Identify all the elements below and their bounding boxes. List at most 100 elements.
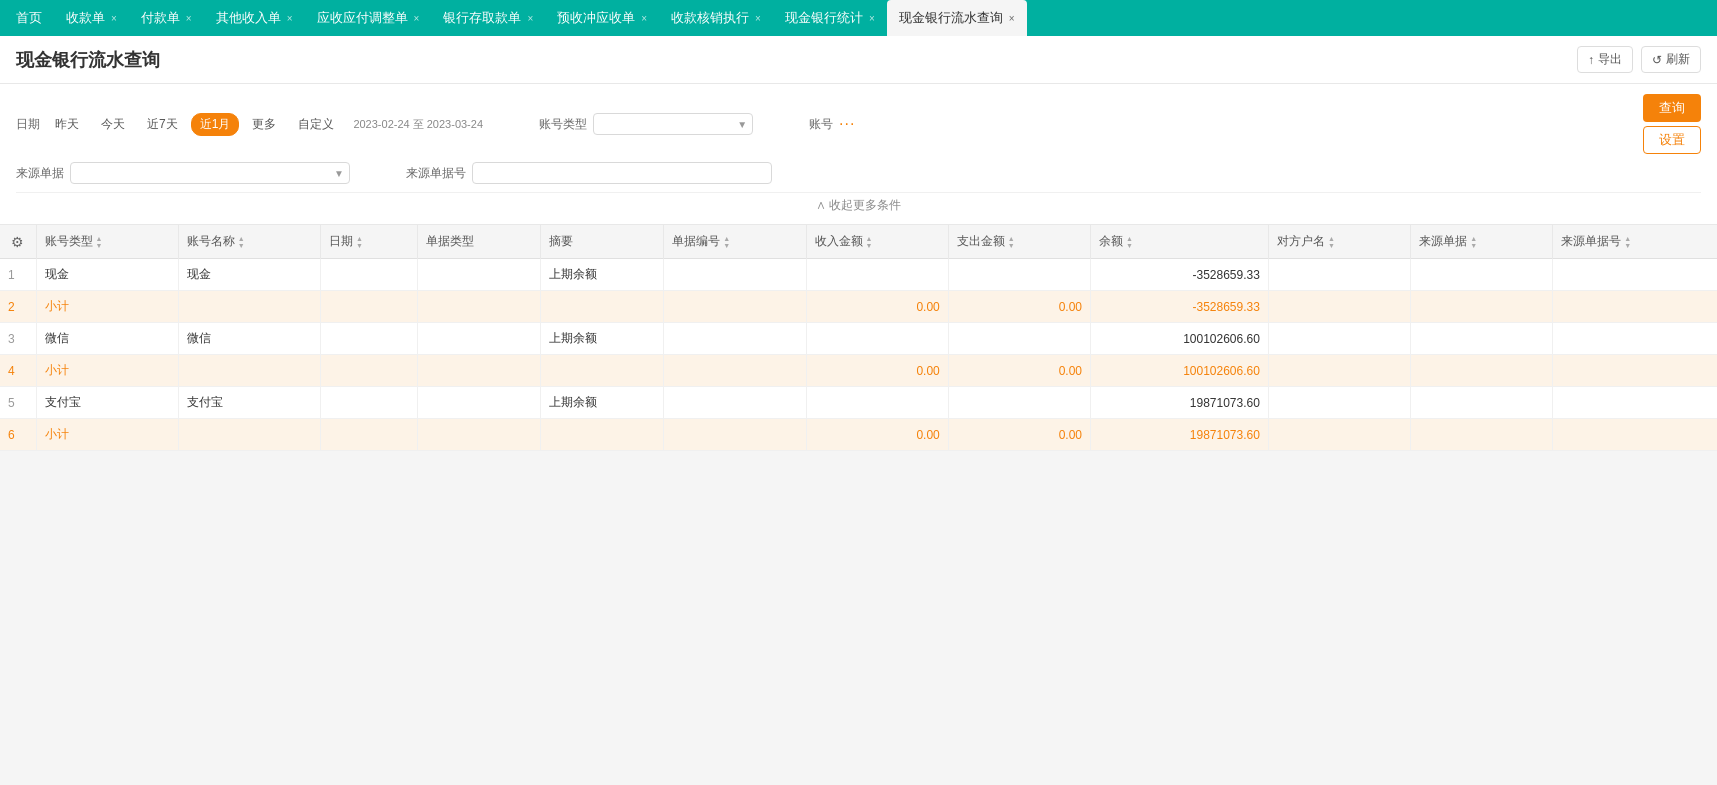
td-source-doc xyxy=(1411,259,1553,291)
td-source-doc xyxy=(1411,291,1553,323)
table-row: 3微信微信上期余额100102606.60 xyxy=(0,323,1717,355)
refresh-button[interactable]: ↺ 刷新 xyxy=(1641,46,1701,73)
gear-icon[interactable]: ⚙ xyxy=(11,234,24,250)
source-doc-select[interactable] xyxy=(70,162,350,184)
account-type-select[interactable] xyxy=(593,113,753,135)
td-account-type: 小计 xyxy=(36,419,178,451)
date-btn-7days[interactable]: 近7天 xyxy=(138,113,187,136)
sort-icon: ▲▼ xyxy=(1008,235,1015,249)
td-account-type: 微信 xyxy=(36,323,178,355)
account-type-filter: 账号类型 ▼ xyxy=(539,113,753,135)
td-income: 0.00 xyxy=(806,291,948,323)
td-source-doc xyxy=(1411,323,1553,355)
source-doc-num-input[interactable] xyxy=(472,162,772,184)
td-income xyxy=(806,323,948,355)
nav-collection-execute[interactable]: 收款核销执行 × xyxy=(659,0,773,36)
th-expense: 支出金额 ▲▼ xyxy=(948,225,1090,259)
td-account-name xyxy=(178,355,320,387)
collapse-bar[interactable]: ∧ 收起更多条件 xyxy=(16,192,1701,218)
sort-icon: ▲▼ xyxy=(866,235,873,249)
page-title: 现金银行流水查询 xyxy=(16,48,160,72)
td-account-type: 小计 xyxy=(36,291,178,323)
date-btn-1month[interactable]: 近1月 xyxy=(191,113,240,136)
close-icon[interactable]: × xyxy=(287,13,293,24)
td-expense: 0.00 xyxy=(948,419,1090,451)
th-account-name: 账号名称 ▲▼ xyxy=(178,225,320,259)
td-date xyxy=(320,323,417,355)
nav-payment[interactable]: 付款单 × xyxy=(129,0,204,36)
close-icon[interactable]: × xyxy=(186,13,192,24)
td-no: 3 xyxy=(0,323,36,355)
account-filter: 账号 ··· xyxy=(809,115,855,133)
td-doc-no xyxy=(664,419,806,451)
top-navigation: 首页 收款单 × 付款单 × 其他收入单 × 应收应付调整单 × 银行存取款单 … xyxy=(0,0,1717,36)
nav-prepay-offset[interactable]: 预收冲应收单 × xyxy=(545,0,659,36)
source-doc-num-label: 来源单据号 xyxy=(406,165,466,182)
table-row: 2小计0.000.00-3528659.33 xyxy=(0,291,1717,323)
td-account-name: 支付宝 xyxy=(178,387,320,419)
close-icon[interactable]: × xyxy=(641,13,647,24)
date-btn-custom[interactable]: 自定义 xyxy=(289,113,343,136)
th-gear: ⚙ xyxy=(0,225,36,259)
sort-icon: ▲▼ xyxy=(1126,235,1133,249)
close-icon[interactable]: × xyxy=(1009,13,1015,24)
sort-icon: ▲▼ xyxy=(96,235,103,249)
td-no: 6 xyxy=(0,419,36,451)
td-no: 4 xyxy=(0,355,36,387)
table-row: 5支付宝支付宝上期余额19871073.60 xyxy=(0,387,1717,419)
nav-cash-bank-flow[interactable]: 现金银行流水查询 × xyxy=(887,0,1027,36)
date-btn-yesterday[interactable]: 昨天 xyxy=(46,113,88,136)
td-counterpart xyxy=(1268,419,1410,451)
td-account-type: 支付宝 xyxy=(36,387,178,419)
td-doc-no xyxy=(664,355,806,387)
source-doc-select-wrapper: ▼ xyxy=(70,162,350,184)
close-icon[interactable]: × xyxy=(869,13,875,24)
td-summary: 上期余额 xyxy=(540,323,663,355)
td-source-doc xyxy=(1411,355,1553,387)
td-doc-type xyxy=(417,259,540,291)
th-income: 收入金额 ▲▼ xyxy=(806,225,948,259)
date-filter: 日期 昨天 今天 近7天 近1月 更多 自定义 2023-02-24 至 202… xyxy=(16,113,483,136)
nav-bank-deposit[interactable]: 银行存取款单 × xyxy=(431,0,545,36)
td-source-doc-no xyxy=(1553,259,1717,291)
td-doc-type xyxy=(417,291,540,323)
filter-row-2: 来源单据 ▼ 来源单据号 xyxy=(16,162,1701,184)
td-income: 0.00 xyxy=(806,419,948,451)
export-icon: ↑ xyxy=(1588,53,1594,67)
td-doc-no xyxy=(664,291,806,323)
td-summary: 上期余额 xyxy=(540,387,663,419)
td-income: 0.00 xyxy=(806,355,948,387)
close-icon[interactable]: × xyxy=(755,13,761,24)
td-source-doc xyxy=(1411,387,1553,419)
th-source-doc: 来源单据 ▲▼ xyxy=(1411,225,1553,259)
account-dots-button[interactable]: ··· xyxy=(839,115,855,133)
export-button[interactable]: ↑ 导出 xyxy=(1577,46,1633,73)
close-icon[interactable]: × xyxy=(527,13,533,24)
td-source-doc-no xyxy=(1553,323,1717,355)
nav-other-income[interactable]: 其他收入单 × xyxy=(204,0,305,36)
nav-home[interactable]: 首页 xyxy=(4,0,54,36)
source-doc-label: 来源单据 xyxy=(16,165,64,182)
query-button[interactable]: 查询 xyxy=(1643,94,1701,122)
th-source-doc-no: 来源单据号 ▲▼ xyxy=(1553,225,1717,259)
td-doc-type xyxy=(417,387,540,419)
th-date: 日期 ▲▼ xyxy=(320,225,417,259)
date-btn-today[interactable]: 今天 xyxy=(92,113,134,136)
close-icon[interactable]: × xyxy=(111,13,117,24)
nav-ar-ap-adjust[interactable]: 应收应付调整单 × xyxy=(305,0,432,36)
account-type-label: 账号类型 xyxy=(539,116,587,133)
date-label: 日期 xyxy=(16,116,40,133)
td-summary: 上期余额 xyxy=(540,259,663,291)
settings-button[interactable]: 设置 xyxy=(1643,126,1701,154)
th-doc-type: 单据类型 xyxy=(417,225,540,259)
close-icon[interactable]: × xyxy=(414,13,420,24)
date-btn-more[interactable]: 更多 xyxy=(243,113,285,136)
td-doc-no xyxy=(664,387,806,419)
sort-icon: ▲▼ xyxy=(238,235,245,249)
source-doc-num-filter: 来源单据号 xyxy=(406,162,772,184)
table-header-row: ⚙ 账号类型 ▲▼ 账号名称 ▲▼ 日期 xyxy=(0,225,1717,259)
nav-cash-bank-stats[interactable]: 现金银行统计 × xyxy=(773,0,887,36)
td-counterpart xyxy=(1268,259,1410,291)
td-account-name: 现金 xyxy=(178,259,320,291)
nav-receipt[interactable]: 收款单 × xyxy=(54,0,129,36)
